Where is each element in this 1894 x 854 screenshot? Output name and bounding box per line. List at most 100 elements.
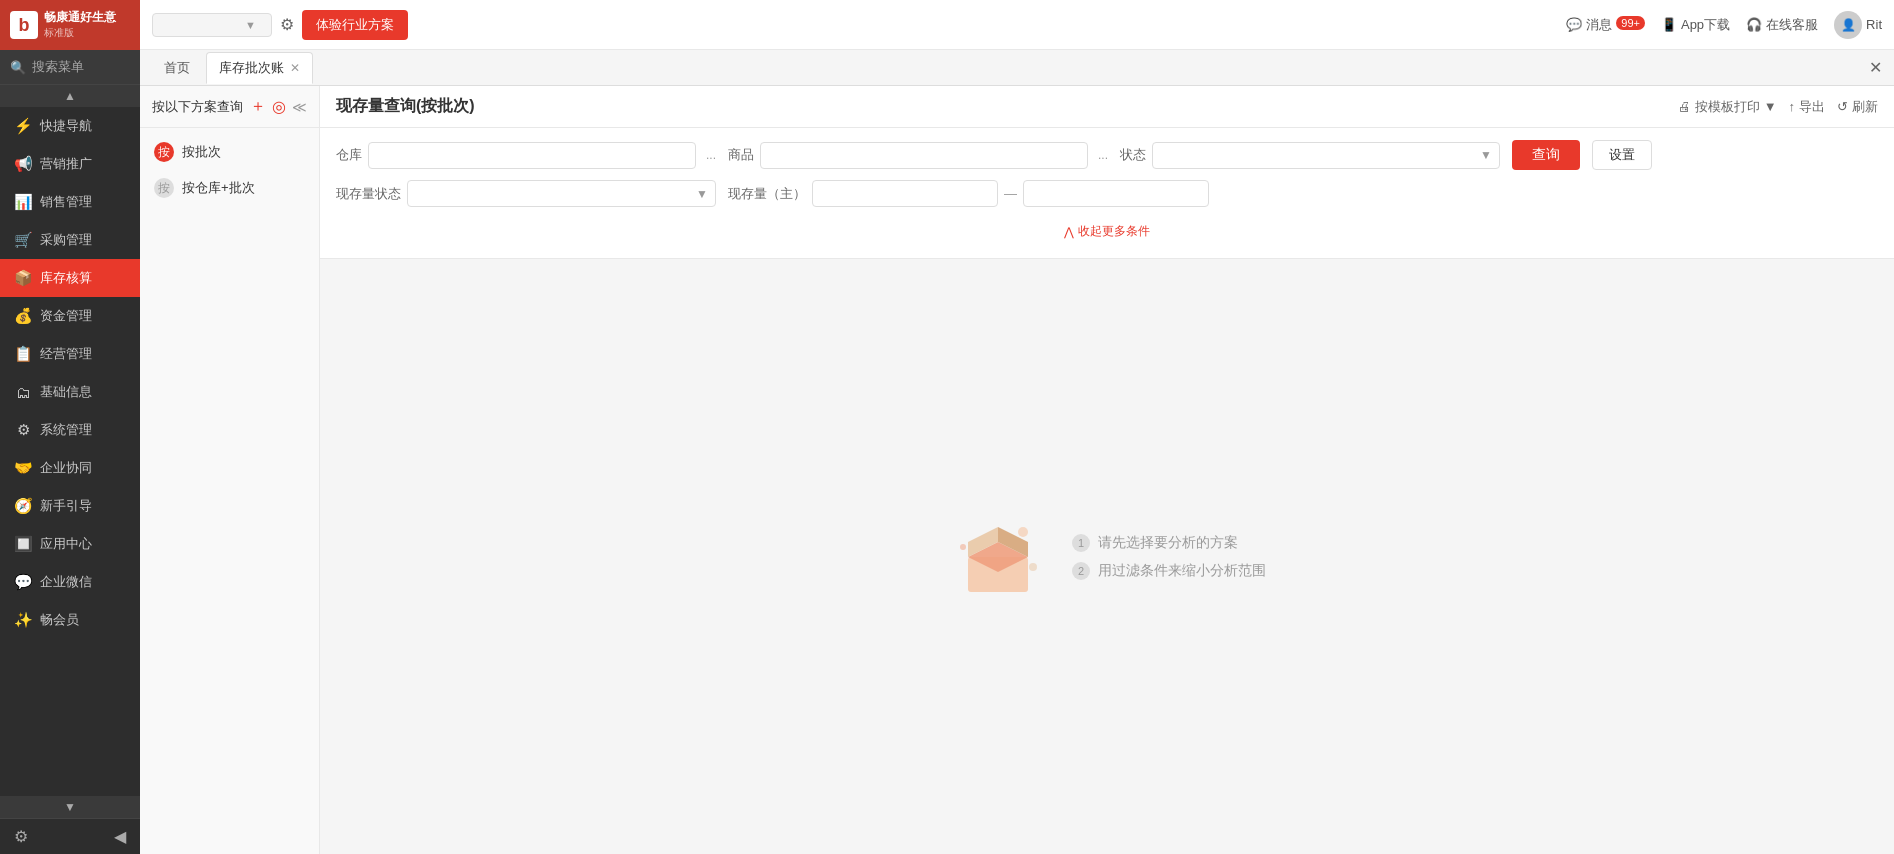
- wechat-icon: 💬: [14, 573, 32, 591]
- tab-close-icon[interactable]: ✕: [290, 61, 300, 75]
- inventory-qty-max-input[interactable]: [1023, 180, 1209, 207]
- user-profile[interactable]: 👤 Rit: [1834, 11, 1882, 39]
- tab-panel-close-icon[interactable]: ✕: [1869, 58, 1882, 77]
- tab-batch-inventory-label: 库存批次账: [219, 59, 284, 77]
- filter-warehouse: 仓库 ...: [336, 142, 716, 169]
- sidebar-item-label: 新手引导: [40, 497, 92, 515]
- sidebar-item-label: 销售管理: [40, 193, 92, 211]
- message-label: 消息: [1586, 16, 1612, 34]
- plan-list: 按 按批次 按 按仓库+批次: [140, 128, 319, 212]
- empty-icon: [948, 507, 1048, 607]
- sidebar-search-label: 搜索菜单: [32, 58, 84, 76]
- tab-home-label: 首页: [164, 59, 190, 77]
- export-btn[interactable]: ↑ 导出: [1789, 98, 1826, 116]
- print-icon: 🖨: [1678, 99, 1691, 114]
- tab-batch-inventory[interactable]: 库存批次账 ✕: [206, 52, 313, 84]
- empty-svg: [948, 507, 1048, 607]
- avatar: 👤: [1834, 11, 1862, 39]
- print-template-btn[interactable]: 🖨 按模板打印 ▼: [1678, 98, 1777, 116]
- message-btn[interactable]: 💬 消息 99+: [1566, 16, 1645, 34]
- left-panel: 按以下方案查询 ＋ ◎ ≪ 按 按批次 按 按仓库+批次: [140, 86, 320, 854]
- warehouse-more-icon[interactable]: ...: [706, 148, 716, 162]
- sidebar-item-enterprise[interactable]: 🤝 企业协同: [0, 449, 140, 487]
- sidebar-item-marketing[interactable]: 📢 营销推广: [0, 145, 140, 183]
- topbar-dropdown-arrow-icon[interactable]: ▼: [245, 19, 256, 31]
- topbar-left: ▼ ⚙ 体验行业方案: [152, 10, 1556, 40]
- inventory-qty-min-input[interactable]: [812, 180, 998, 207]
- app-logo: b: [10, 11, 38, 39]
- sidebar-item-purchase[interactable]: 🛒 采购管理: [0, 221, 140, 259]
- collapse-filter-btn[interactable]: ⋀ 收起更多条件: [336, 217, 1878, 246]
- sidebar-item-label: 经营管理: [40, 345, 92, 363]
- refresh-label: 刷新: [1852, 98, 1878, 116]
- sidebar-item-apps[interactable]: 🔲 应用中心: [0, 525, 140, 563]
- settings-plan-icon[interactable]: ◎: [272, 97, 286, 116]
- finance-icon: 💰: [14, 307, 32, 325]
- sidebar-item-inventory[interactable]: 📦 库存核算: [0, 259, 140, 297]
- sidebar-item-finance[interactable]: 💰 资金管理: [0, 297, 140, 335]
- empty-num-2: 2: [1072, 562, 1090, 580]
- collapse-sidebar-icon[interactable]: ◀: [114, 827, 126, 846]
- page-title: 现存量查询(按批次): [336, 96, 475, 117]
- main-area: ▼ ⚙ 体验行业方案 💬 消息 99+ 📱 App下载 🎧 在线客服 👤: [140, 0, 1894, 854]
- app-download-icon: 📱: [1661, 17, 1677, 32]
- sidebar-item-quick-nav[interactable]: ⚡ 快捷导航: [0, 107, 140, 145]
- warehouse-label: 仓库: [336, 146, 362, 164]
- add-plan-icon[interactable]: ＋: [250, 96, 266, 117]
- empty-hint-2: 2 用过滤条件来缩小分析范围: [1072, 562, 1266, 580]
- empty-hint-2-text: 用过滤条件来缩小分析范围: [1098, 562, 1266, 580]
- app-download-btn[interactable]: 📱 App下载: [1661, 16, 1730, 34]
- query-button[interactable]: 查询: [1512, 140, 1580, 170]
- sidebar-item-basic[interactable]: 🗂 基础信息: [0, 373, 140, 411]
- status-select[interactable]: [1152, 142, 1500, 169]
- sidebar-item-member[interactable]: ✨ 畅会员: [0, 601, 140, 639]
- inventory-status-select[interactable]: [407, 180, 716, 207]
- app-title-block: 畅康通好生意 标准版: [44, 10, 116, 40]
- left-panel-actions: ＋ ◎ ≪: [250, 96, 307, 117]
- collapse-filter-icon: ⋀: [1064, 225, 1074, 239]
- empty-num-1: 1: [1072, 534, 1090, 552]
- sidebar-item-guide[interactable]: 🧭 新手引导: [0, 487, 140, 525]
- topbar-search-input[interactable]: [161, 18, 241, 32]
- refresh-btn[interactable]: ↺ 刷新: [1837, 98, 1878, 116]
- operations-icon: 📋: [14, 345, 32, 363]
- main-body: 1 请先选择要分析的方案 2 用过滤条件来缩小分析范围: [320, 259, 1894, 854]
- plan-active-icon: 按: [154, 142, 174, 162]
- plan-item-by-warehouse-batch[interactable]: 按 按仓库+批次: [140, 170, 319, 206]
- sidebar-item-system[interactable]: ⚙ 系统管理: [0, 411, 140, 449]
- right-content: 现存量查询(按批次) 🖨 按模板打印 ▼ ↑ 导出 ↺ 刷新: [320, 86, 1894, 854]
- sidebar-scroll-up[interactable]: ▲: [0, 85, 140, 107]
- plan-label: 按仓库+批次: [182, 179, 255, 197]
- sidebar-item-wechat[interactable]: 💬 企业微信: [0, 563, 140, 601]
- warehouse-input[interactable]: [368, 142, 696, 169]
- export-label: 导出: [1799, 98, 1825, 116]
- purchase-icon: 🛒: [14, 231, 32, 249]
- sidebar-scroll-down[interactable]: ▼: [0, 796, 140, 818]
- experience-btn[interactable]: 体验行业方案: [302, 10, 408, 40]
- app-name: 畅康通好生意: [44, 10, 116, 26]
- message-badge: 99+: [1616, 16, 1645, 30]
- inventory-icon: 📦: [14, 269, 32, 287]
- sidebar-item-operations[interactable]: 📋 经营管理: [0, 335, 140, 373]
- settings-button[interactable]: 设置: [1592, 140, 1652, 170]
- collapse-panel-icon[interactable]: ≪: [292, 99, 307, 115]
- tab-home[interactable]: 首页: [152, 53, 202, 83]
- sidebar-item-label: 资金管理: [40, 307, 92, 325]
- product-more-icon[interactable]: ...: [1098, 148, 1108, 162]
- plan-item-by-batch[interactable]: 按 按批次: [140, 134, 319, 170]
- sidebar-item-label: 系统管理: [40, 421, 92, 439]
- topbar-gear-icon[interactable]: ⚙: [280, 15, 294, 34]
- sidebar-item-label: 企业微信: [40, 573, 92, 591]
- sidebar-item-sales[interactable]: 📊 销售管理: [0, 183, 140, 221]
- svg-point-6: [1029, 563, 1037, 571]
- sidebar-search[interactable]: 🔍 搜索菜单: [0, 50, 140, 85]
- settings-footer-icon[interactable]: ⚙: [14, 827, 28, 846]
- apps-icon: 🔲: [14, 535, 32, 553]
- left-panel-header: 按以下方案查询 ＋ ◎ ≪: [140, 86, 319, 128]
- tabs-bar: 首页 库存批次账 ✕ ✕: [140, 50, 1894, 86]
- print-dropdown-icon[interactable]: ▼: [1764, 99, 1777, 114]
- topbar-search-wrapper[interactable]: ▼: [152, 13, 272, 37]
- sidebar-item-label: 营销推广: [40, 155, 92, 173]
- customer-service-btn[interactable]: 🎧 在线客服: [1746, 16, 1818, 34]
- product-input[interactable]: [760, 142, 1088, 169]
